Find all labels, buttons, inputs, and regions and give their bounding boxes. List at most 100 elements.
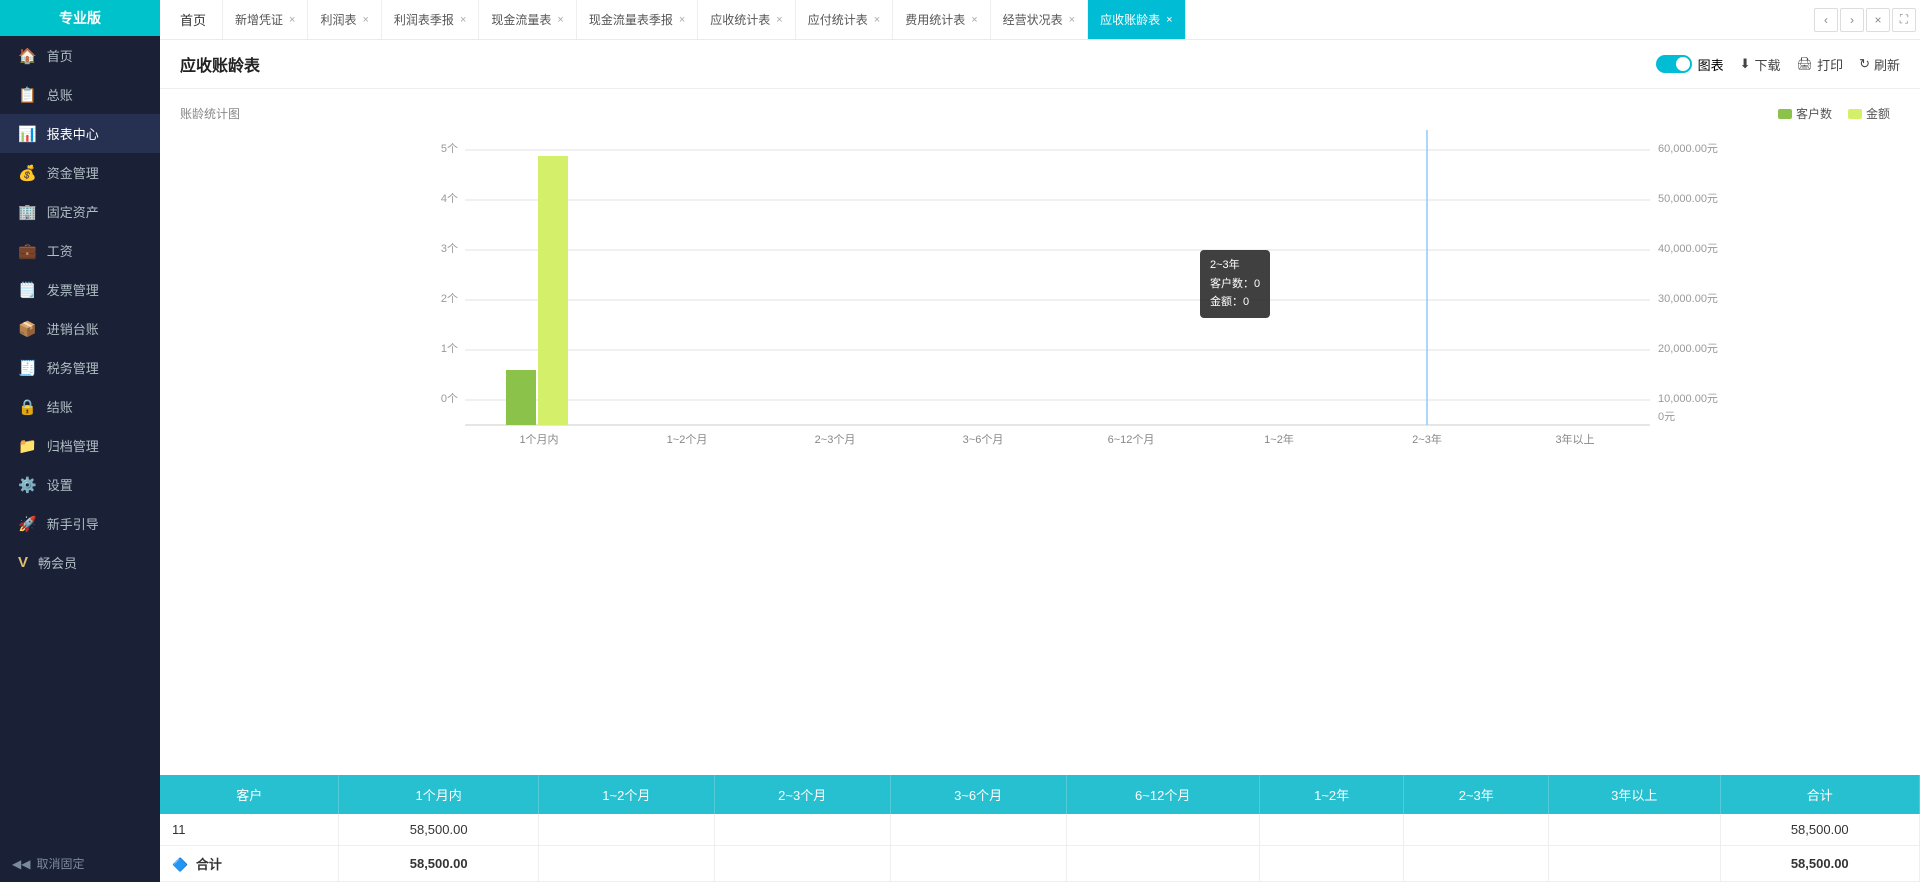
tab-label: 新增凭证 <box>235 11 283 28</box>
sidebar-item-reports[interactable]: 📊 报表中心 <box>0 114 160 153</box>
svg-text:40,000.00元: 40,000.00元 <box>1658 243 1718 255</box>
sidebar-item-invoice[interactable]: 🗒️ 发票管理 <box>0 270 160 309</box>
print-button[interactable]: 🖨 打印 <box>1797 55 1844 74</box>
sidebar-item-label: 税务管理 <box>47 358 99 377</box>
tab-label: 利润表季报 <box>394 11 454 28</box>
page-header: 应收账龄表 图表 ⬇ 下载 🖨 打印 ↻ 刷新 <box>160 40 1920 89</box>
gear-icon: ⚙️ <box>18 476 37 494</box>
col-header-customer: 客户 <box>160 775 339 814</box>
toggle-track[interactable] <box>1656 55 1692 73</box>
print-label: 打印 <box>1817 55 1843 74</box>
tabs-next-button[interactable]: › <box>1840 8 1864 32</box>
cell-m23 <box>714 814 890 846</box>
funds-icon: 💰 <box>18 164 37 182</box>
svg-text:30,000.00元: 30,000.00元 <box>1658 293 1718 305</box>
download-button[interactable]: ⬇ 下载 <box>1740 55 1781 74</box>
tabs-close-button[interactable]: × <box>1866 8 1890 32</box>
bar-amount-1 <box>538 156 568 425</box>
sidebar-pin-toggle[interactable]: ◀◀ 取消固定 <box>0 845 160 882</box>
close-accounts-icon: 🔒 <box>18 398 37 416</box>
col-header-m12: 1~2个月 <box>538 775 714 814</box>
assets-icon: 🏢 <box>18 203 37 221</box>
sidebar-item-salary[interactable]: 💼 工资 <box>0 231 160 270</box>
tab-ar-stats[interactable]: 应收统计表 × <box>698 0 795 40</box>
col-header-m1: 1个月内 <box>339 775 538 814</box>
salary-icon: 💼 <box>18 242 37 260</box>
sidebar-item-tax[interactable]: 🧾 税务管理 <box>0 348 160 387</box>
col-header-m23: 2~3个月 <box>714 775 890 814</box>
cell-total-y12 <box>1259 846 1404 882</box>
sidebar-item-label: 新手引导 <box>47 514 99 533</box>
sidebar-item-label: 总账 <box>47 85 73 104</box>
tabs-navigation: ‹ › × ⛶ <box>1814 8 1916 32</box>
tab-label: 利润表 <box>320 11 356 28</box>
download-icon: ⬇ <box>1740 56 1751 72</box>
sidebar-item-home[interactable]: 🏠 首页 <box>0 36 160 75</box>
chart-container: 5个 4个 3个 2个 1个 0个 60,000.00元 50,000.00元 … <box>180 130 1900 500</box>
ledger-icon: 📋 <box>18 86 37 104</box>
sidebar-item-label: 固定资产 <box>47 202 99 221</box>
tax-icon: 🧾 <box>18 359 37 377</box>
svg-text:2~3个月: 2~3个月 <box>815 433 856 446</box>
sidebar-item-assets[interactable]: 🏢 固定资产 <box>0 192 160 231</box>
tab-label: 经营状况表 <box>1003 11 1063 28</box>
chart-svg: 5个 4个 3个 2个 1个 0个 60,000.00元 50,000.00元 … <box>180 130 1900 470</box>
print-icon: 🖨 <box>1797 56 1814 72</box>
sidebar-item-label: 结账 <box>47 397 73 416</box>
vip-icon: V <box>18 554 28 571</box>
tab-cashflow-quarterly[interactable]: 现金流量表季报 × <box>577 0 698 40</box>
svg-text:50,000.00元: 50,000.00元 <box>1658 193 1718 205</box>
cell-total-total: 58,500.00 <box>1720 846 1919 882</box>
tab-close-icon[interactable]: × <box>874 14 880 26</box>
tab-profit[interactable]: 利润表 × <box>308 0 381 40</box>
sidebar-item-ledger[interactable]: 📋 总账 <box>0 75 160 114</box>
page-actions: 图表 ⬇ 下载 🖨 打印 ↻ 刷新 <box>1656 55 1900 74</box>
tab-close-icon[interactable]: × <box>1166 14 1172 26</box>
table-header-row: 客户 1个月内 1~2个月 2~3个月 3~6个月 6~12个月 1~2年 2~… <box>160 775 1920 814</box>
tab-ar-aging[interactable]: 应收账龄表 × <box>1088 0 1185 40</box>
tab-ap-stats[interactable]: 应付统计表 × <box>796 0 893 40</box>
svg-text:0元: 0元 <box>1658 411 1675 423</box>
legend-customer-count: 客户数 <box>1778 105 1832 122</box>
sidebar-item-vip[interactable]: V 畅会员 <box>0 543 160 582</box>
tab-profit-quarterly[interactable]: 利润表季报 × <box>382 0 479 40</box>
sidebar-item-salesledger[interactable]: 📦 进销台账 <box>0 309 160 348</box>
tab-operations[interactable]: 经营状况表 × <box>991 0 1088 40</box>
tab-close-icon[interactable]: × <box>460 14 466 26</box>
sidebar-item-label: 报表中心 <box>47 124 99 143</box>
refresh-button[interactable]: ↻ 刷新 <box>1859 55 1900 74</box>
table-row: 11 58,500.00 58,500.00 <box>160 814 1920 846</box>
tab-close-icon[interactable]: × <box>776 14 782 26</box>
tab-close-icon[interactable]: × <box>971 14 977 26</box>
chart-toggle[interactable]: 图表 <box>1656 55 1724 74</box>
tab-home[interactable]: 首页 <box>164 0 223 40</box>
tab-close-icon[interactable]: × <box>289 14 295 26</box>
cell-m12 <box>538 814 714 846</box>
col-header-y3plus: 3年以上 <box>1549 775 1720 814</box>
svg-text:60,000.00元: 60,000.00元 <box>1658 143 1718 155</box>
svg-text:20,000.00元: 20,000.00元 <box>1658 343 1718 355</box>
sidebar-item-close[interactable]: 🔒 结账 <box>0 387 160 426</box>
tab-close-icon[interactable]: × <box>557 14 563 26</box>
main-content: 首页 新增凭证 × 利润表 × 利润表季报 × 现金流量表 × 现金流量表季报 … <box>160 0 1920 882</box>
tab-new-voucher[interactable]: 新增凭证 × <box>223 0 308 40</box>
tabs-prev-button[interactable]: ‹ <box>1814 8 1838 32</box>
sidebar-item-archive[interactable]: 📁 归档管理 <box>0 426 160 465</box>
sidebar-item-guide[interactable]: 🚀 新手引导 <box>0 504 160 543</box>
tab-cashflow[interactable]: 现金流量表 × <box>479 0 576 40</box>
tab-close-icon[interactable]: × <box>362 14 368 26</box>
svg-text:1~2年: 1~2年 <box>1264 432 1294 446</box>
tab-close-icon[interactable]: × <box>1069 14 1075 26</box>
chart-area: 账龄统计图 客户数 金额 5个 4个 3个 2个 <box>160 89 1920 775</box>
sidebar-item-funds[interactable]: 💰 资金管理 <box>0 153 160 192</box>
sidebar-item-label: 首页 <box>47 46 73 65</box>
tab-close-icon[interactable]: × <box>679 14 685 26</box>
total-label-text: 合计 <box>196 857 222 872</box>
chart-title: 账龄统计图 <box>180 105 1900 122</box>
reports-icon: 📊 <box>18 125 37 143</box>
sidebar-item-settings[interactable]: ⚙️ 设置 <box>0 465 160 504</box>
download-label: 下载 <box>1755 55 1781 74</box>
tab-expense-stats[interactable]: 费用统计表 × <box>893 0 990 40</box>
sidebar-item-label: 畅会员 <box>38 553 77 572</box>
tabs-expand-button[interactable]: ⛶ <box>1892 8 1916 32</box>
